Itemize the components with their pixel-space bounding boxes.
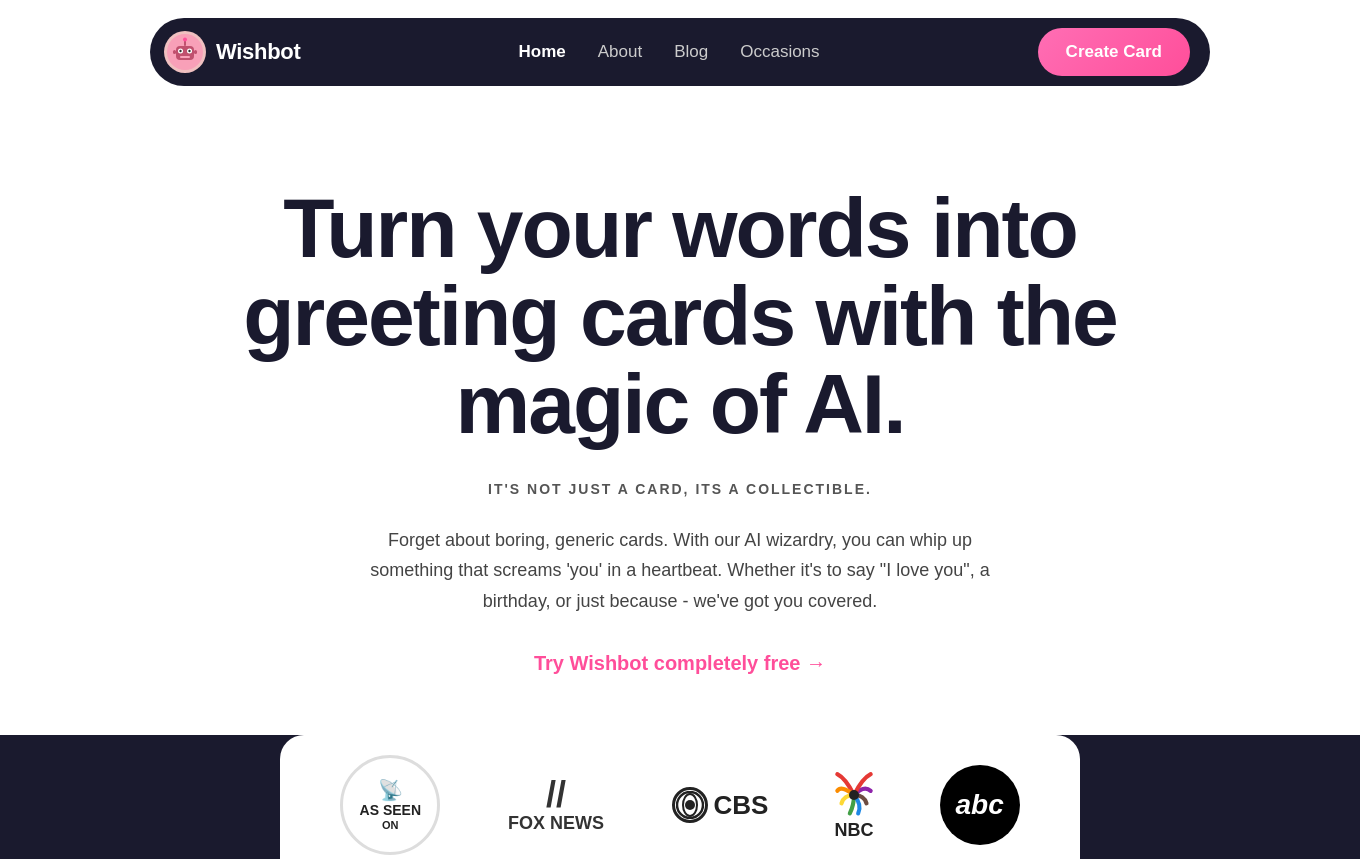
nbc-logo: NBC — [829, 770, 879, 841]
create-card-button[interactable]: Create Card — [1038, 28, 1190, 76]
broadcast-icon: 📡 — [378, 778, 403, 802]
nav-link-home[interactable]: Home — [519, 42, 566, 61]
cbs-eye-icon — [672, 787, 708, 823]
nav-item-home[interactable]: Home — [519, 42, 566, 62]
svg-point-4 — [179, 50, 181, 52]
nbc-peacock-svg — [829, 770, 879, 820]
hero-cta-link[interactable]: Try Wishbot completely free → — [534, 652, 826, 675]
abc-text: abc — [956, 789, 1004, 821]
hero-subheadline: IT'S NOT JUST A CARD, ITS A COLLECTIBLE. — [488, 481, 872, 497]
navbar-wrap: Wishbot Home About Blog Occasions Create… — [0, 0, 1360, 104]
cbs-text: CBS — [714, 790, 769, 821]
logo-text: Wishbot — [216, 39, 300, 65]
logo-icon — [164, 31, 206, 73]
nav-link-occasions[interactable]: Occasions — [740, 42, 819, 61]
nav-link-blog[interactable]: Blog — [674, 42, 708, 61]
svg-point-14 — [849, 790, 859, 800]
fox-slash-graphic: // — [546, 777, 566, 813]
fox-news-text: FOX NEWS — [508, 813, 604, 834]
logo-link[interactable]: Wishbot — [164, 31, 300, 73]
svg-point-13 — [685, 800, 695, 810]
svg-rect-6 — [180, 56, 190, 58]
svg-point-8 — [183, 38, 187, 42]
svg-rect-10 — [194, 50, 197, 54]
as-seen-on-badge: 📡 AS SEEN ON — [340, 755, 440, 855]
nav-menu: Home About Blog Occasions — [519, 42, 820, 62]
nav-item-occasions[interactable]: Occasions — [740, 42, 819, 62]
as-seen-on-strip: 📡 AS SEEN ON // FOX NEWS CBS — [0, 735, 1360, 859]
nav-item-blog[interactable]: Blog — [674, 42, 708, 62]
navbar: Wishbot Home About Blog Occasions Create… — [150, 18, 1210, 86]
svg-rect-9 — [173, 50, 176, 54]
nbc-text: NBC — [835, 820, 874, 841]
hero-description: Forget about boring, generic cards. With… — [350, 525, 1010, 617]
hero-section: Turn your words into greeting cards with… — [0, 104, 1360, 735]
abc-logo: abc — [940, 765, 1020, 845]
nav-link-about[interactable]: About — [598, 42, 642, 61]
fox-slash-char: // — [546, 777, 566, 813]
svg-point-5 — [188, 50, 190, 52]
cbs-eye-svg — [676, 791, 704, 819]
as-seen-inner: 📡 AS SEEN ON // FOX NEWS CBS — [280, 735, 1080, 859]
nav-item-about[interactable]: About — [598, 42, 642, 62]
logo-svg — [167, 34, 203, 70]
hero-headline: Turn your words into greeting cards with… — [230, 184, 1130, 449]
on-text: ON — [382, 819, 399, 832]
fox-news-logo: // FOX NEWS — [501, 777, 611, 834]
cbs-logo: CBS — [672, 787, 769, 823]
as-seen-text: AS SEEN — [360, 802, 421, 819]
